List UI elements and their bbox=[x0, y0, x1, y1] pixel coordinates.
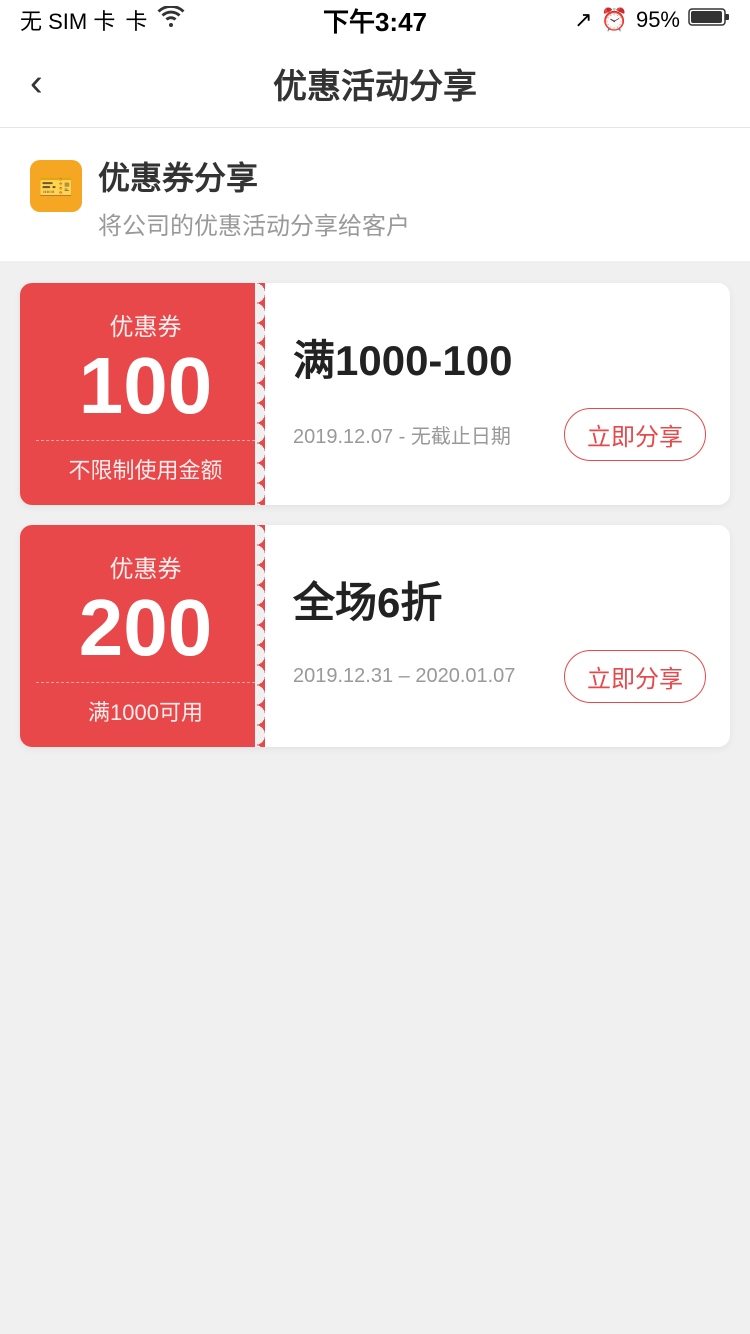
empty-area bbox=[0, 767, 750, 1267]
coupon-name-1: 满1000-100 bbox=[293, 327, 706, 388]
coupon-card-1: 优惠券 100 不限制使用金额 满1000-100 2019.12.07 - 无… bbox=[20, 283, 730, 505]
coupon-bottom-2: 2019.12.31 – 2020.01.07 立即分享 bbox=[293, 650, 706, 703]
coupon-date-1: 2019.12.07 - 无截止日期 bbox=[293, 420, 554, 449]
coupon-left-2: 优惠券 200 满1000可用 bbox=[20, 525, 265, 747]
coupon-amount-2: 200 bbox=[79, 588, 212, 668]
coupon-list: 优惠券 100 不限制使用金额 满1000-100 2019.12.07 - 无… bbox=[0, 263, 750, 767]
nav-bar: ‹ 优惠活动分享 bbox=[0, 40, 750, 128]
share-button-2[interactable]: 立即分享 bbox=[564, 650, 706, 703]
coupon-name-2: 全场6折 bbox=[293, 569, 706, 630]
section-header: 🎫 优惠券分享 将公司的优惠活动分享给客户 bbox=[0, 128, 750, 261]
back-button[interactable]: ‹ bbox=[30, 62, 43, 105]
coupon-label-2: 优惠券 bbox=[110, 549, 182, 584]
wifi-icon bbox=[157, 6, 185, 34]
coupon-condition-1: 不限制使用金额 bbox=[68, 453, 222, 485]
coupon-right-1: 满1000-100 2019.12.07 - 无截止日期 立即分享 bbox=[265, 283, 730, 505]
section-title: 优惠券分享 bbox=[98, 158, 410, 200]
coupon-label-1: 优惠券 bbox=[110, 307, 182, 342]
page-title: 优惠活动分享 bbox=[273, 59, 477, 108]
section-icon: 🎫 bbox=[30, 160, 82, 212]
share-button-1[interactable]: 立即分享 bbox=[564, 408, 706, 461]
section-subtitle: 将公司的优惠活动分享给客户 bbox=[98, 206, 410, 241]
coupon-card-2: 优惠券 200 满1000可用 全场6折 2019.12.31 – 2020.0… bbox=[20, 525, 730, 747]
status-bar: 无 SIM 卡 卡 下午3:47 ↗ ⏰ 95% bbox=[0, 0, 750, 40]
coupon-divider-2 bbox=[36, 682, 255, 683]
section-text: 优惠券分享 将公司的优惠活动分享给客户 bbox=[98, 158, 410, 241]
status-left: 无 SIM 卡 卡 bbox=[20, 4, 185, 36]
coupon-right-2: 全场6折 2019.12.31 – 2020.01.07 立即分享 bbox=[265, 525, 730, 747]
coupon-date-2: 2019.12.31 – 2020.01.07 bbox=[293, 665, 554, 688]
carrier-text: 无 SIM 卡 bbox=[20, 4, 115, 36]
alarm-icon: ⏰ bbox=[601, 7, 628, 33]
battery-icon bbox=[688, 6, 730, 34]
coupon-bottom-1: 2019.12.07 - 无截止日期 立即分享 bbox=[293, 408, 706, 461]
location-icon: ↗ bbox=[574, 7, 592, 33]
sim-card-icon: 卡 bbox=[125, 4, 147, 36]
coupon-amount-1: 100 bbox=[79, 346, 212, 426]
status-right: ↗ ⏰ 95% bbox=[574, 6, 730, 34]
coupon-condition-2: 满1000可用 bbox=[88, 695, 203, 727]
coupon-divider-1 bbox=[36, 440, 255, 441]
battery-text: 95% bbox=[636, 7, 680, 33]
coupon-left-1: 优惠券 100 不限制使用金额 bbox=[20, 283, 265, 505]
status-time: 下午3:47 bbox=[323, 2, 427, 39]
